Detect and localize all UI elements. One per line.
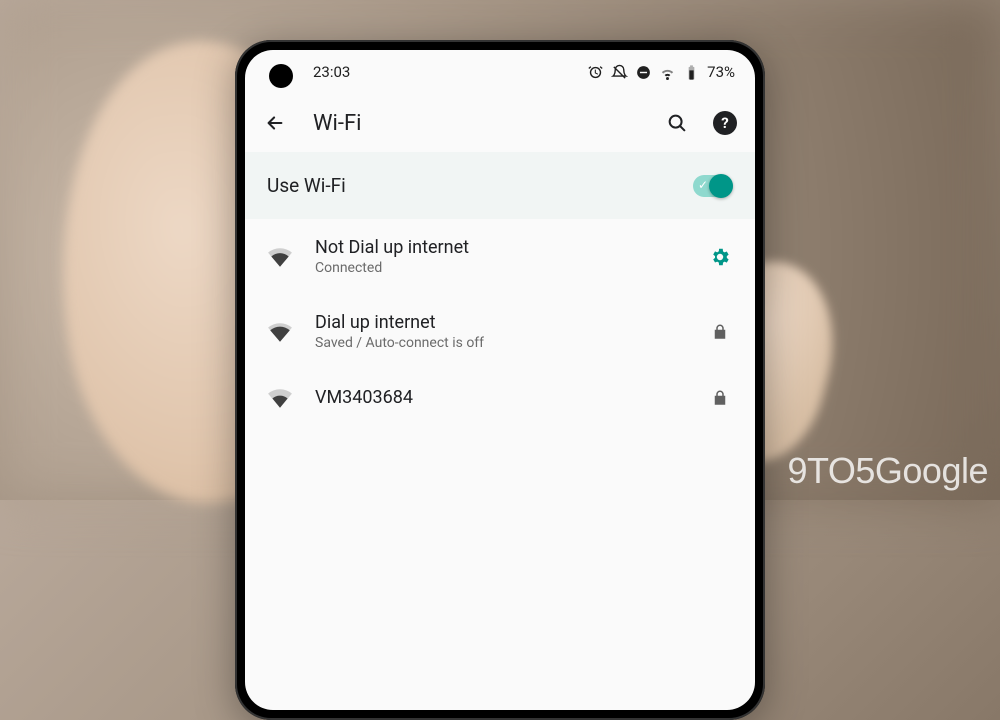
network-row-connected[interactable]: Not Dial up internet Connected — [245, 219, 755, 294]
watermark: 9TO5Google — [788, 450, 988, 492]
network-settings-button[interactable] — [707, 246, 733, 268]
battery-icon — [683, 64, 700, 81]
network-status: Saved / Auto-connect is off — [315, 335, 685, 351]
wifi-master-toggle-row[interactable]: Use Wi-Fi ✓ — [245, 152, 755, 219]
switch-knob — [709, 174, 733, 198]
wifi-signal-icon — [267, 247, 293, 267]
wifi-icon — [659, 64, 676, 81]
network-text: VM3403684 — [315, 387, 685, 408]
help-button[interactable]: ? — [711, 109, 739, 137]
network-lock-indicator — [707, 389, 733, 407]
status-time: 23:03 — [313, 63, 350, 81]
wifi-toggle-switch[interactable]: ✓ — [693, 175, 733, 197]
network-name: VM3403684 — [315, 387, 685, 408]
alarm-icon — [587, 64, 604, 81]
gear-icon — [709, 246, 731, 268]
lock-icon — [711, 389, 729, 407]
arrow-left-icon — [264, 112, 286, 134]
phone-screen: 23:03 73% Wi-Fi ? Use Wi-Fi — [245, 50, 755, 710]
do-not-disturb-icon — [635, 64, 652, 81]
phone-frame: 23:03 73% Wi-Fi ? Use Wi-Fi — [235, 40, 765, 720]
network-name: Not Dial up internet — [315, 237, 685, 258]
check-icon: ✓ — [698, 178, 708, 192]
network-row-saved[interactable]: Dial up internet Saved / Auto-connect is… — [245, 294, 755, 369]
wifi-signal-icon — [267, 322, 293, 342]
status-bar: 23:03 73% — [245, 50, 755, 94]
battery-percent: 73% — [707, 63, 735, 81]
help-icon: ? — [713, 111, 737, 135]
network-text: Dial up internet Saved / Auto-connect is… — [315, 312, 685, 351]
page-title: Wi-Fi — [313, 111, 643, 136]
camera-punch-hole — [269, 64, 293, 88]
dnd-off-icon — [611, 64, 628, 81]
back-button[interactable] — [261, 109, 289, 137]
network-text: Not Dial up internet Connected — [315, 237, 685, 276]
lock-icon — [711, 323, 729, 341]
network-name: Dial up internet — [315, 312, 685, 333]
network-status: Connected — [315, 260, 685, 276]
app-bar: Wi-Fi ? — [245, 94, 755, 152]
network-row-available[interactable]: VM3403684 — [245, 369, 755, 426]
wifi-toggle-label: Use Wi-Fi — [267, 174, 693, 197]
network-lock-indicator — [707, 323, 733, 341]
status-icons: 73% — [587, 63, 735, 81]
wifi-signal-icon — [267, 388, 293, 408]
search-icon — [666, 112, 688, 134]
search-button[interactable] — [663, 109, 691, 137]
